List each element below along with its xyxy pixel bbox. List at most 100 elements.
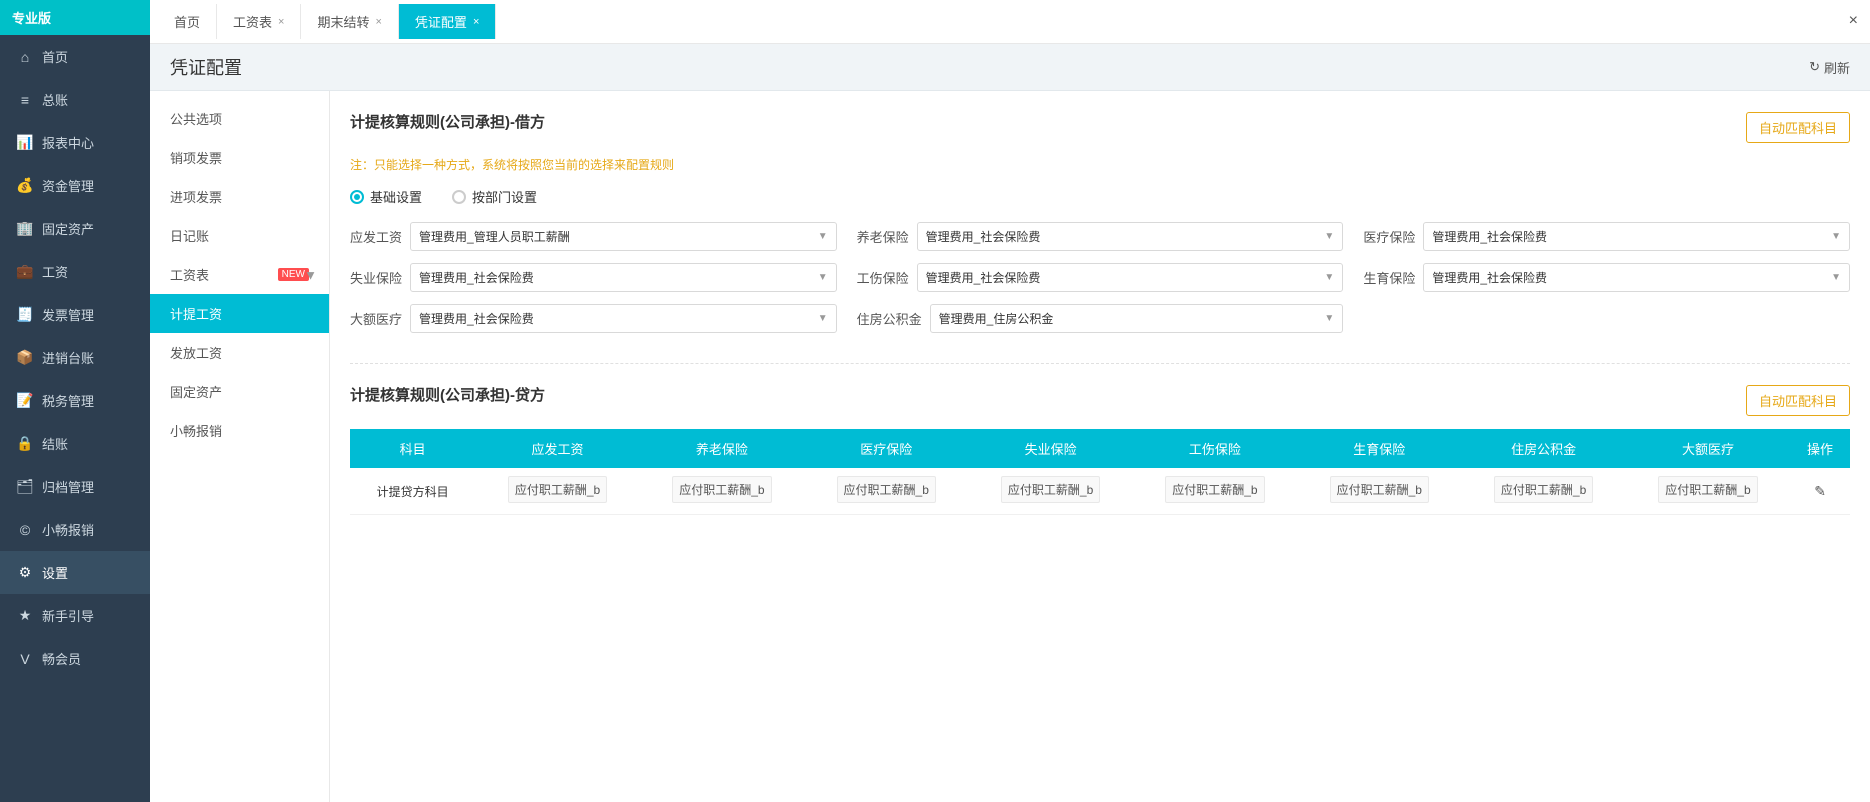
select-yanglao-arrow: ▼	[1324, 231, 1334, 242]
form-row-gongshang: 工伤保险 管理费用_社会保险费 ▼	[857, 263, 1344, 292]
left-nav-payroll-pay[interactable]: 发放工资	[150, 333, 329, 372]
form-row-yingfa: 应发工资 管理费用_管理人员职工薪酬 ▼	[350, 222, 837, 251]
sidebar-item-report[interactable]: 📊 报表中心	[0, 121, 150, 164]
form-row-daeli: 大额医疗 管理费用_社会保险费 ▼	[350, 304, 837, 333]
radio-basic-dot	[350, 190, 364, 204]
sidebar-item-fund[interactable]: 💰 资金管理	[0, 164, 150, 207]
sidebar-header: 专业版	[0, 0, 150, 35]
select-shengyu[interactable]: 管理费用_社会保险费 ▼	[1423, 263, 1850, 292]
th-subject: 科目	[350, 429, 475, 468]
select-gongshang-arrow: ▼	[1324, 272, 1334, 283]
sidebar-item-guide[interactable]: ★ 新手引导	[0, 594, 150, 637]
credit-table-body: 计提贷方科目 应付职工薪酬_b 应付职工薪酬_b 应付职工薪酬_b 应付职工薪酬…	[350, 468, 1850, 515]
tab-voucher-config[interactable]: 凭证配置 ×	[399, 4, 496, 39]
debit-section-header: 计提核算规则(公司承担)-借方 自动匹配科目	[350, 111, 1850, 144]
radio-dept[interactable]: 按部门设置	[452, 187, 537, 206]
tab-voucher-config-close[interactable]: ×	[473, 16, 479, 28]
content-area: 公共选项 销项发票 进项发票 日记账 工资表 NEW ▼ 计提工资 发放工资 固…	[150, 91, 1870, 802]
td-gongshang-val: 应付职工薪酬_b	[1133, 468, 1297, 515]
td-shengyu-val: 应付职工薪酬_b	[1297, 468, 1461, 515]
form-row-shengyu: 生育保险 管理费用_社会保险费 ▼	[1363, 263, 1850, 292]
credit-table: 科目 应发工资 养老保险 医疗保险 失业保险 工伤保险 生育保险 住房公积金 大…	[350, 429, 1850, 515]
fund-icon: 💰	[16, 177, 34, 194]
sidebar-item-ledger[interactable]: ≡ 总账	[0, 78, 150, 121]
sidebar-item-salary[interactable]: 💼 工资	[0, 250, 150, 293]
form-row-shiye: 失业保险 管理费用_社会保险费 ▼	[350, 263, 837, 292]
sidebar-item-tax[interactable]: 📝 税务管理	[0, 379, 150, 422]
sidebar-item-home[interactable]: ⌂ 首页	[0, 35, 150, 78]
th-yanglao: 养老保险	[640, 429, 804, 468]
label-shengyu: 生育保险	[1363, 268, 1415, 287]
select-yiliao[interactable]: 管理费用_社会保险费 ▼	[1423, 222, 1850, 251]
asset-icon: 🏢	[16, 220, 34, 237]
sidebar-item-member[interactable]: V 畅会员	[0, 637, 150, 680]
left-nav-payroll-table[interactable]: 工资表 NEW ▼	[150, 255, 329, 294]
report-icon: 📊	[16, 134, 34, 151]
sidebar-item-invoice[interactable]: 🧾 发票管理	[0, 293, 150, 336]
radio-dept-dot	[452, 190, 466, 204]
credit-section-header: 计提核算规则(公司承担)-贷方 自动匹配科目	[350, 384, 1850, 417]
tab-period-close[interactable]: 期末结转 ×	[301, 4, 398, 39]
debit-section-note: 注：只能选择一种方式，系统将按照您当前的选择来配置规则	[350, 156, 1850, 173]
left-nav-public[interactable]: 公共选项	[150, 99, 329, 138]
sidebar-item-archive[interactable]: 🗂 归档管理	[0, 465, 150, 508]
page-header: 凭证配置 ↻ 刷新	[150, 44, 1870, 91]
radio-basic[interactable]: 基础设置	[350, 187, 422, 206]
th-gongshang: 工伤保险	[1133, 429, 1297, 468]
td-subject-label: 计提贷方科目	[350, 468, 475, 515]
tab-home[interactable]: 首页	[158, 4, 217, 39]
left-nav-payroll-calc[interactable]: 计提工资	[150, 294, 329, 333]
tab-payroll-close[interactable]: ×	[278, 16, 284, 28]
sidebar-item-stock[interactable]: 📦 进销台账	[0, 336, 150, 379]
tab-period-close-close[interactable]: ×	[375, 16, 381, 28]
label-shiye: 失业保险	[350, 268, 402, 287]
th-shengyu: 生育保险	[1297, 429, 1461, 468]
credit-section-title: 计提核算规则(公司承担)-贷方	[350, 384, 545, 405]
left-nav-purchase-invoice[interactable]: 进项发票	[150, 177, 329, 216]
th-action: 操作	[1790, 429, 1850, 468]
select-yingfa[interactable]: 管理费用_管理人员职工薪酬 ▼	[410, 222, 837, 251]
refresh-button[interactable]: ↻ 刷新	[1809, 58, 1850, 77]
left-nav-journal[interactable]: 日记账	[150, 216, 329, 255]
form-row-yiliao: 医疗保险 管理费用_社会保险费 ▼	[1363, 222, 1850, 251]
main-content: 计提核算规则(公司承担)-借方 自动匹配科目 注：只能选择一种方式，系统将按照您…	[330, 91, 1870, 802]
edit-icon[interactable]: ✎	[1814, 483, 1826, 499]
select-gongshang[interactable]: 管理费用_社会保险费 ▼	[917, 263, 1344, 292]
select-shiye[interactable]: 管理费用_社会保险费 ▼	[410, 263, 837, 292]
label-gongshang: 工伤保险	[857, 268, 909, 287]
ledger-icon: ≡	[16, 92, 34, 108]
table-row: 计提贷方科目 应付职工薪酬_b 应付职工薪酬_b 应付职工薪酬_b 应付职工薪酬…	[350, 468, 1850, 515]
select-yanglao[interactable]: 管理费用_社会保险费 ▼	[917, 222, 1344, 251]
sidebar-item-settings[interactable]: ⚙ 设置	[0, 551, 150, 594]
tax-icon: 📝	[16, 392, 34, 409]
th-shiye: 失业保险	[968, 429, 1132, 468]
left-nav-xc-expense[interactable]: 小畅报销	[150, 411, 329, 450]
form-row-gongjijin: 住房公积金 管理费用_住房公积金 ▼	[857, 304, 1344, 333]
section-divider	[350, 363, 1850, 364]
th-daeli: 大额医疗	[1626, 429, 1790, 468]
settings-icon: ⚙	[16, 564, 34, 581]
label-yingfa: 应发工资	[350, 227, 402, 246]
credit-auto-match-button[interactable]: 自动匹配科目	[1746, 385, 1850, 416]
left-nav-sales-invoice[interactable]: 销项发票	[150, 138, 329, 177]
window-close-button[interactable]: ×	[1849, 12, 1858, 30]
sidebar-item-xc-report[interactable]: © 小畅报销	[0, 508, 150, 551]
main-area: 首页 工资表 × 期末结转 × 凭证配置 × × 凭证配置 ↻ 刷新 公共选项 …	[150, 0, 1870, 802]
credit-table-wrapper: 科目 应发工资 养老保险 医疗保险 失业保险 工伤保险 生育保险 住房公积金 大…	[350, 429, 1850, 515]
debit-auto-match-button[interactable]: 自动匹配科目	[1746, 112, 1850, 143]
td-yingfa-val: 应付职工薪酬_b	[475, 468, 639, 515]
td-gongjijin-val: 应付职工薪酬_b	[1461, 468, 1625, 515]
select-daeli[interactable]: 管理费用_社会保险费 ▼	[410, 304, 837, 333]
td-yiliao-val: 应付职工薪酬_b	[804, 468, 968, 515]
close-icon: 🔒	[16, 435, 34, 452]
select-shengyu-arrow: ▼	[1831, 272, 1841, 283]
left-nav-fixed-asset[interactable]: 固定资产	[150, 372, 329, 411]
th-yiliao: 医疗保险	[804, 429, 968, 468]
tab-payroll[interactable]: 工资表 ×	[217, 4, 301, 39]
select-gongjijin[interactable]: 管理费用_住房公积金 ▼	[930, 304, 1344, 333]
sidebar-item-asset[interactable]: 🏢 固定资产	[0, 207, 150, 250]
th-gongjijin: 住房公积金	[1461, 429, 1625, 468]
sidebar-item-close[interactable]: 🔒 结账	[0, 422, 150, 465]
select-gongjijin-arrow: ▼	[1324, 313, 1334, 324]
member-icon: V	[16, 651, 34, 667]
